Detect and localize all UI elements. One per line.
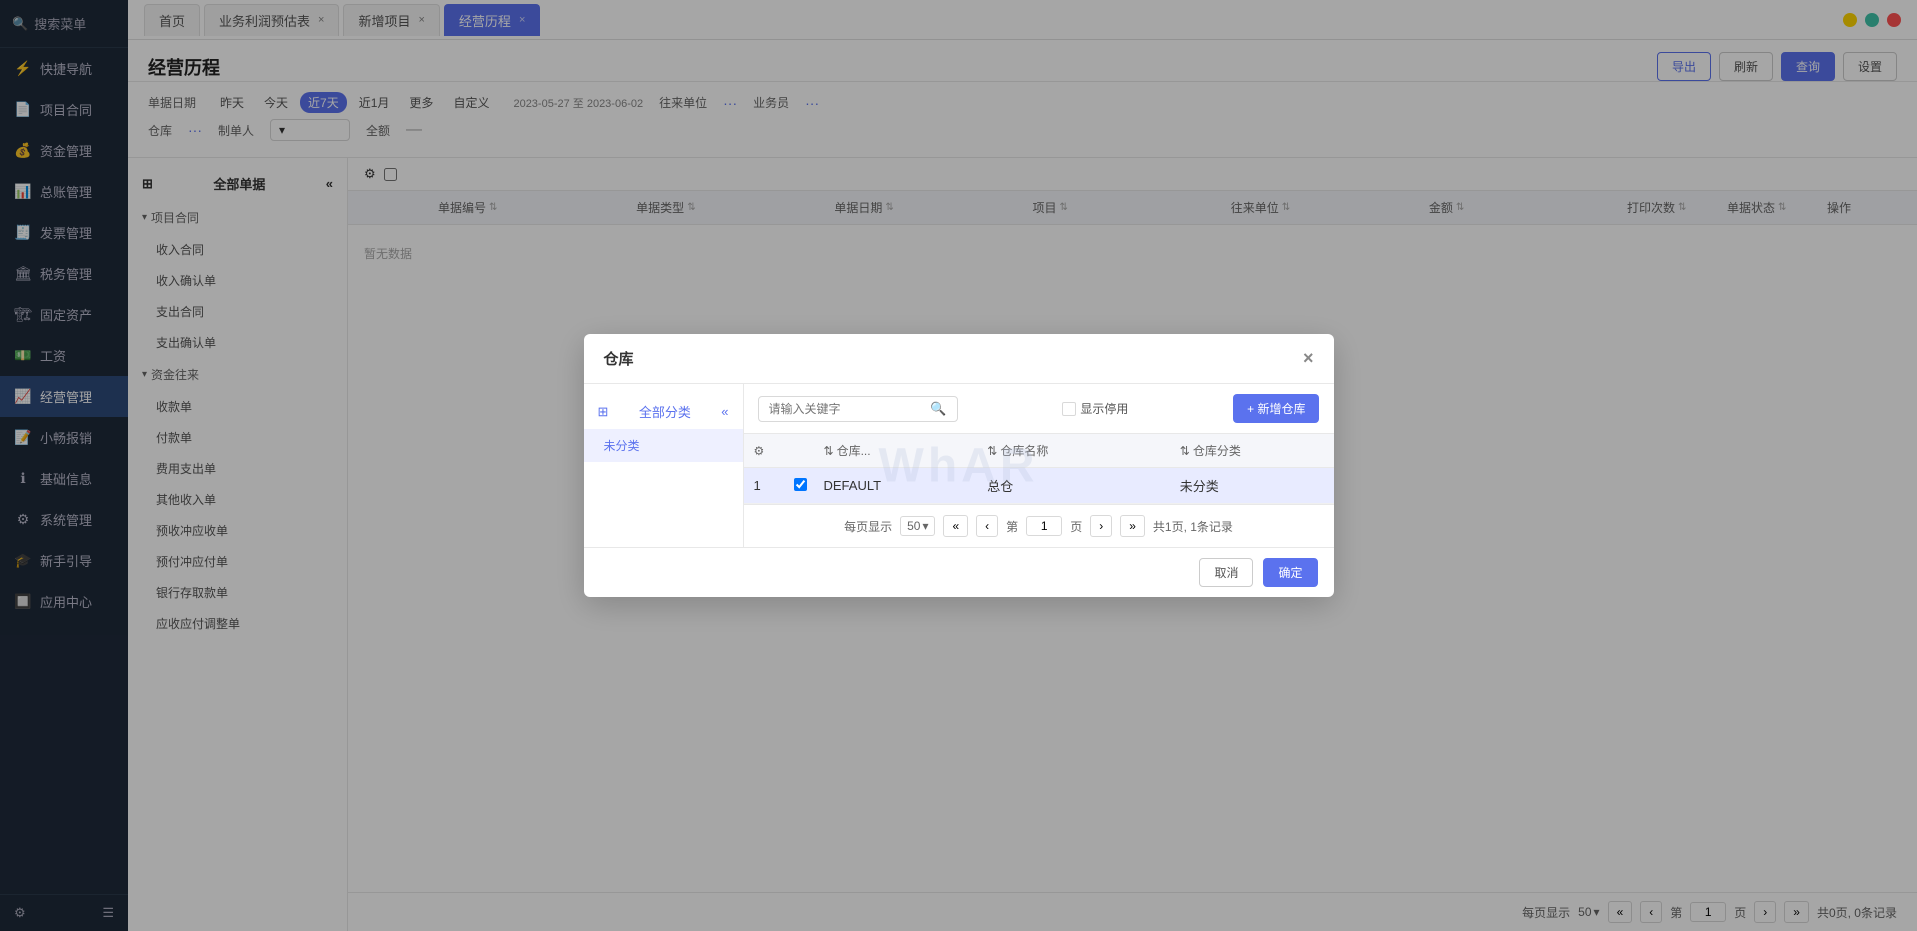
- modal-row-category: 未分类: [1170, 468, 1334, 503]
- modal-main: 🔍 显示停用 + 新增仓库 ⚙ ⇅ 仓库... ⇅: [744, 384, 1334, 547]
- modal-row-index: 1: [744, 470, 784, 501]
- modal-row-name: 总仓: [977, 468, 1170, 503]
- modal-title: 仓库: [604, 348, 634, 369]
- modal-sidebar: ⊞ 全部分类 « 未分类: [584, 384, 744, 547]
- modal-sidebar-item-unclassified[interactable]: 未分类: [584, 429, 743, 462]
- modal-th-name: ⇅ 仓库名称: [977, 434, 1170, 467]
- show-disabled-label: 显示停用: [1080, 400, 1128, 417]
- modal-table-header: ⚙ ⇅ 仓库... ⇅ 仓库名称 ⇅ 仓库分类: [744, 434, 1334, 468]
- modal-table-row[interactable]: 1 DEFAULT 总仓 未分类: [744, 468, 1334, 504]
- modal-collapse-icon[interactable]: «: [721, 404, 728, 419]
- modal-total-records: 共1页, 1条记录: [1153, 518, 1233, 535]
- modal-per-page-select[interactable]: 50 ▾: [900, 516, 935, 536]
- modal-th-settings[interactable]: ⚙: [744, 434, 784, 467]
- modal-toolbar: 🔍 显示停用 + 新增仓库: [744, 384, 1334, 434]
- all-category-label: 全部分类: [639, 402, 691, 421]
- modal-sidebar-scroll: 未分类: [584, 429, 743, 537]
- modal-per-page-label: 每页显示: [844, 518, 892, 535]
- modal-page-prefix: 第: [1006, 518, 1018, 535]
- modal-row-code: DEFAULT: [814, 470, 978, 501]
- modal-cancel-btn[interactable]: 取消: [1199, 558, 1253, 587]
- modal-search-box[interactable]: 🔍: [758, 396, 958, 422]
- modal-overlay: WhAR 仓库 × ⊞ 全部分类 « 未分类: [0, 0, 1917, 931]
- modal-th-checkbox: [784, 434, 814, 467]
- modal-th-category: ⇅ 仓库分类: [1170, 434, 1334, 467]
- all-category-icon: ⊞: [598, 404, 609, 420]
- modal-row-checkbox[interactable]: [784, 470, 814, 502]
- show-disabled-checkbox[interactable]: [1062, 402, 1076, 416]
- modal-sidebar-header[interactable]: ⊞ 全部分类 «: [584, 394, 743, 429]
- warehouse-modal: 仓库 × ⊞ 全部分类 « 未分类: [584, 334, 1334, 597]
- modal-search-input[interactable]: [769, 402, 925, 416]
- modal-last-page-btn[interactable]: »: [1120, 515, 1145, 537]
- modal-first-page-btn[interactable]: «: [943, 515, 968, 537]
- modal-footer-actions: 取消 确定: [584, 547, 1334, 597]
- modal-prev-page-btn[interactable]: ‹: [976, 515, 998, 537]
- modal-table-body: 1 DEFAULT 总仓 未分类: [744, 468, 1334, 504]
- modal-current-page-input[interactable]: [1026, 516, 1062, 536]
- modal-next-page-btn[interactable]: ›: [1090, 515, 1112, 537]
- modal-body: ⊞ 全部分类 « 未分类 🔍 显示停用: [584, 384, 1334, 547]
- modal-page-suffix: 页: [1070, 518, 1082, 535]
- modal-th-code: ⇅ 仓库...: [814, 434, 978, 467]
- modal-header: 仓库 ×: [584, 334, 1334, 384]
- modal-pagination: 每页显示 50 ▾ « ‹ 第 页 › » 共1页, 1条记录: [744, 504, 1334, 547]
- modal-confirm-btn[interactable]: 确定: [1263, 558, 1317, 587]
- modal-search-icon: 🔍: [930, 401, 946, 417]
- show-disabled-toggle[interactable]: 显示停用: [1062, 400, 1128, 417]
- modal-close-btn[interactable]: ×: [1303, 348, 1314, 369]
- add-warehouse-btn[interactable]: + 新增仓库: [1233, 394, 1319, 423]
